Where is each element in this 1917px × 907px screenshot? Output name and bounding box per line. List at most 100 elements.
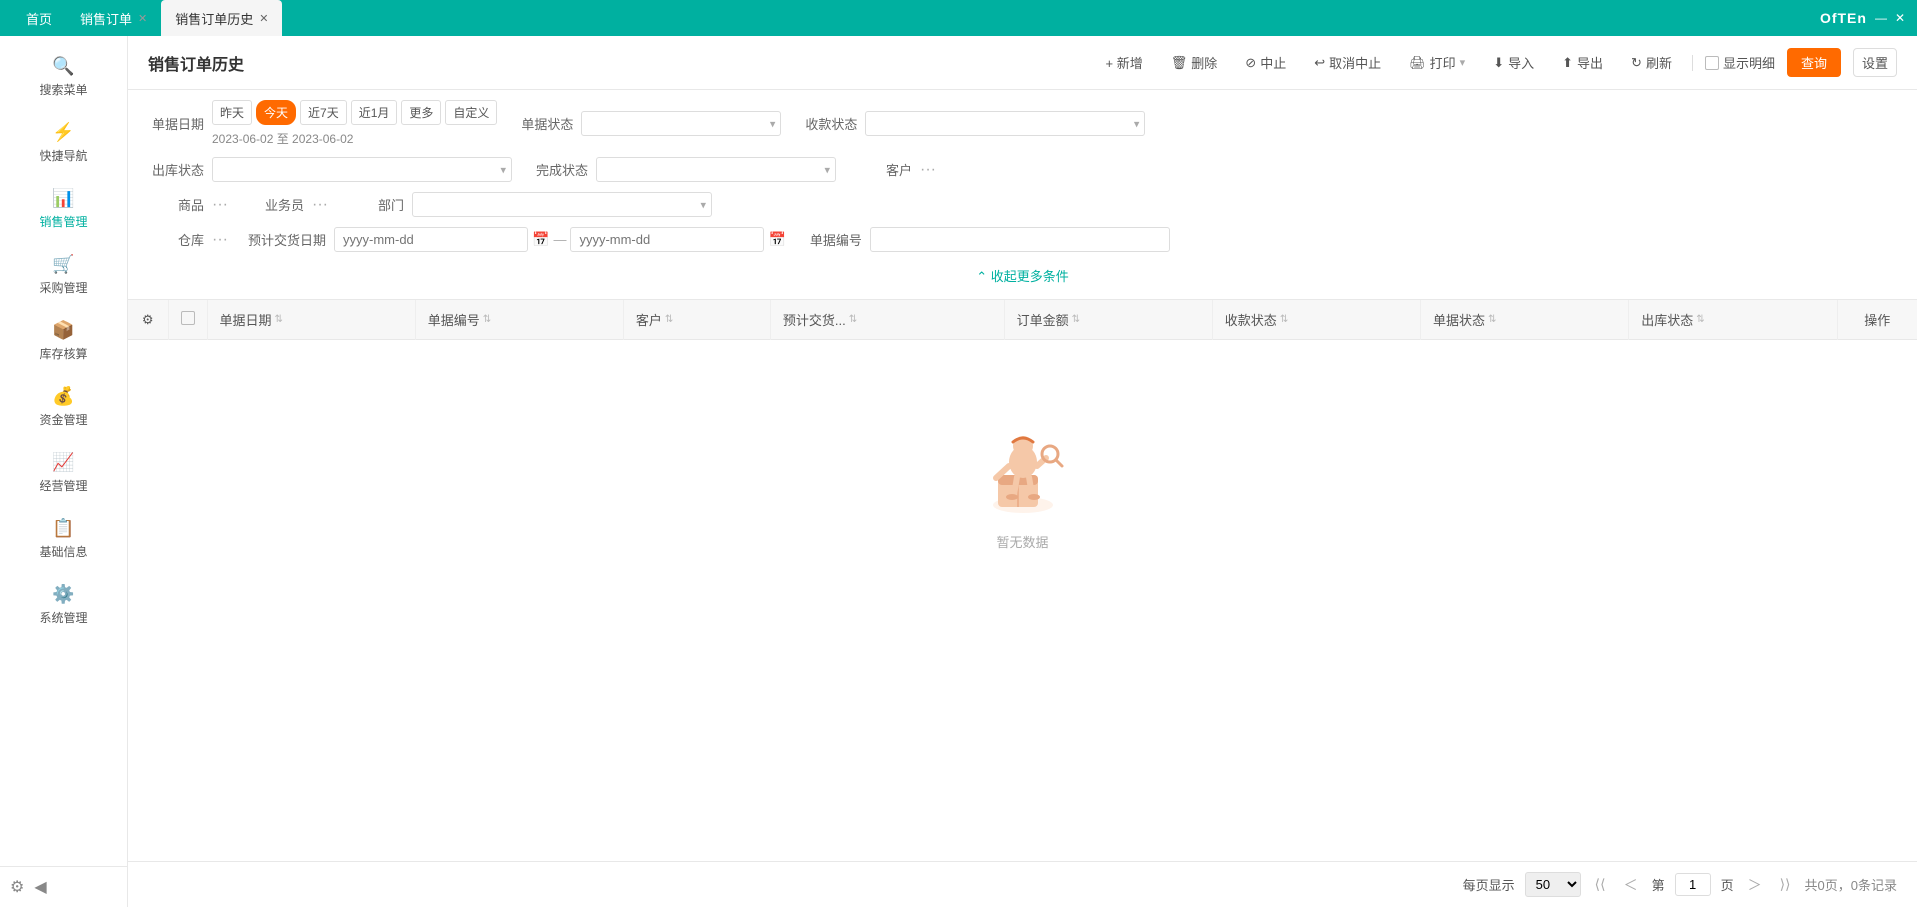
delete-button-label: 删除 (1191, 53, 1217, 72)
sidebar-item-finance-mgmt[interactable]: 💰 资金管理 (0, 374, 127, 440)
delivery-date-to-input[interactable] (570, 227, 764, 252)
filter-customer-label: 客户 (856, 160, 912, 179)
page-jump-suffix: 页 (1721, 875, 1734, 894)
display-toggle[interactable]: 显示明细 (1705, 53, 1775, 72)
filter-warehouse-dots[interactable]: ··· (212, 231, 228, 249)
delivery-date-from-input[interactable] (334, 227, 528, 252)
filter-complete-status: 完成状态 ▾ (532, 157, 836, 182)
filter-salesperson-dots[interactable]: ··· (312, 196, 328, 214)
top-bar: 首页 销售订单 ✕ 销售订单历史 ✕ OfTEn — ✕ (0, 0, 1917, 36)
filter-delivery-date: 预计交货日期 📅 — 📅 (248, 227, 786, 252)
query-button[interactable]: 查询 (1787, 48, 1841, 77)
filter-product-dots[interactable]: ··· (212, 196, 228, 214)
page-title: 销售订单历史 (148, 51, 244, 75)
date-btn-today[interactable]: 今天 (256, 100, 296, 125)
date-btn-yesterday[interactable]: 昨天 (212, 100, 252, 125)
empty-illustration (968, 420, 1078, 520)
filter-doc-number-input[interactable] (870, 227, 1170, 252)
date-btn-custom[interactable]: 自定义 (445, 100, 497, 125)
export-icon: ⬆ (1562, 55, 1573, 71)
date-btn-7days[interactable]: 近7天 (300, 100, 347, 125)
page-title-row: 销售订单历史 + 新增 🗑 删除 ⊘ 中止 ↩ 取消中止 (148, 48, 1897, 77)
th-doc-number-sort-icon: ⇅ (483, 314, 491, 325)
tab-sales-order-close[interactable]: ✕ (138, 12, 147, 25)
sidebar-item-sales-mgmt[interactable]: 📊 销售管理 (0, 176, 127, 242)
quick-nav-icon: ⚡ (52, 122, 74, 143)
th-order-amount[interactable]: 订单金额 ⇅ (1004, 300, 1212, 340)
sidebar-item-quick-nav[interactable]: ⚡ 快捷导航 (0, 110, 127, 176)
sidebar-item-purchase-mgmt[interactable]: 🛒 采购管理 (0, 242, 127, 308)
import-button[interactable]: ⬇ 导入 (1485, 49, 1542, 76)
sidebar-collapse-icon[interactable]: ◀ (34, 877, 46, 897)
th-doc-number-label: 单据编号 (428, 310, 480, 329)
print-icon: 🖨 (1409, 55, 1426, 71)
th-customer[interactable]: 客户 ⇅ (623, 300, 770, 340)
th-doc-status[interactable]: 单据状态 ⇅ (1421, 300, 1629, 340)
sidebar-settings-icon[interactable]: ⚙ (10, 877, 24, 897)
empty-state-cell: 暂无数据 (128, 340, 1917, 632)
export-button[interactable]: ⬆ 导出 (1554, 49, 1611, 76)
settings-button-label: 设置 (1862, 53, 1888, 72)
filter-doc-status-select[interactable] (581, 111, 781, 136)
th-outbound-status[interactable]: 出库状态 ⇅ (1629, 300, 1837, 340)
th-order-amount-sort-icon: ⇅ (1072, 314, 1080, 325)
refresh-icon: ↻ (1631, 55, 1642, 71)
sidebar-item-operation-mgmt[interactable]: 📈 经营管理 (0, 440, 127, 506)
prev-page-button[interactable]: ＜ (1620, 873, 1642, 897)
filter-department-select[interactable] (412, 192, 712, 217)
first-page-button[interactable]: ⟨⟨ (1591, 874, 1610, 895)
stop-button[interactable]: ⊘ 中止 (1237, 49, 1294, 76)
date-input-wrap: 📅 — 📅 (334, 227, 786, 252)
filter-complete-status-label: 完成状态 (532, 160, 588, 179)
date-range-separator: — (553, 232, 566, 247)
date-btn-1month[interactable]: 近1月 (351, 100, 398, 125)
th-checkbox[interactable] (168, 300, 207, 340)
window-close[interactable]: ✕ (1895, 11, 1905, 25)
refresh-button[interactable]: ↻ 刷新 (1623, 49, 1680, 76)
th-doc-number[interactable]: 单据编号 ⇅ (415, 300, 623, 340)
filter-row-3: 商品 ··· 业务员 ··· 部门 ▾ (148, 192, 1897, 217)
print-button[interactable]: 🖨 打印 ▾ (1401, 49, 1473, 76)
filter-customer-dots[interactable]: ··· (920, 161, 936, 179)
window-minimize[interactable]: — (1875, 11, 1887, 25)
last-page-button[interactable]: ⟩⟩ (1776, 874, 1795, 895)
tab-sales-order[interactable]: 销售订单 ✕ (66, 0, 161, 36)
th-settings[interactable]: ⚙ (128, 300, 168, 340)
th-delivery-date[interactable]: 预计交货... ⇅ (770, 300, 1004, 340)
pagination-bar: 每页显示 20 50 100 ⟨⟨ ＜ 第 页 ＞ ⟩⟩ 共0页，0条记录 (128, 861, 1917, 907)
sidebar-item-inventory[interactable]: 📦 库存核算 (0, 308, 127, 374)
sidebar-item-search-menu[interactable]: 🔍 搜索菜单 (0, 44, 127, 110)
th-doc-status-label: 单据状态 (1433, 310, 1485, 329)
next-page-button[interactable]: ＞ (1744, 873, 1766, 897)
sidebar-item-base-info[interactable]: 📋 基础信息 (0, 506, 127, 572)
th-doc-date[interactable]: 单据日期 ⇅ (207, 300, 415, 340)
page-number-input[interactable] (1675, 873, 1711, 896)
empty-state: 暂无数据 (128, 340, 1917, 631)
sidebar-item-base-info-label: 基础信息 (39, 543, 87, 560)
settings-button[interactable]: 设置 (1853, 48, 1897, 77)
tab-home[interactable]: 首页 (12, 0, 66, 36)
display-toggle-checkbox[interactable] (1705, 56, 1719, 70)
filter-complete-status-select[interactable] (596, 157, 836, 182)
th-doc-status-sort-icon: ⇅ (1488, 314, 1496, 325)
collapse-row[interactable]: ⌃ 收起更多条件 (148, 262, 1897, 289)
tab-sales-order-history-close[interactable]: ✕ (259, 12, 268, 25)
th-customer-label: 客户 (636, 310, 662, 329)
tab-sales-order-history[interactable]: 销售订单历史 ✕ (161, 0, 282, 36)
cancel-stop-button[interactable]: ↩ 取消中止 (1306, 49, 1389, 76)
th-payment-status[interactable]: 收款状态 ⇅ (1212, 300, 1420, 340)
filter-payment-status-select[interactable] (865, 111, 1145, 136)
date-btn-more[interactable]: 更多 (401, 100, 441, 125)
print-chevron-icon: ▾ (1460, 56, 1466, 69)
select-all-checkbox[interactable] (181, 311, 195, 325)
filter-outbound-status-select[interactable] (212, 157, 512, 182)
new-button[interactable]: + 新增 (1098, 49, 1151, 76)
delivery-date-to-cal-icon[interactable]: 📅 (768, 231, 785, 248)
filter-department-wrap: ▾ (412, 192, 712, 217)
page-size-select[interactable]: 20 50 100 (1525, 872, 1581, 897)
stop-button-label: 中止 (1260, 53, 1286, 72)
delivery-date-from-cal-icon[interactable]: 📅 (532, 231, 549, 248)
sidebar-item-sys-mgmt[interactable]: ⚙️ 系统管理 (0, 572, 127, 638)
page-size-label: 每页显示 (1463, 875, 1515, 894)
delete-button[interactable]: 🗑 删除 (1163, 49, 1226, 76)
